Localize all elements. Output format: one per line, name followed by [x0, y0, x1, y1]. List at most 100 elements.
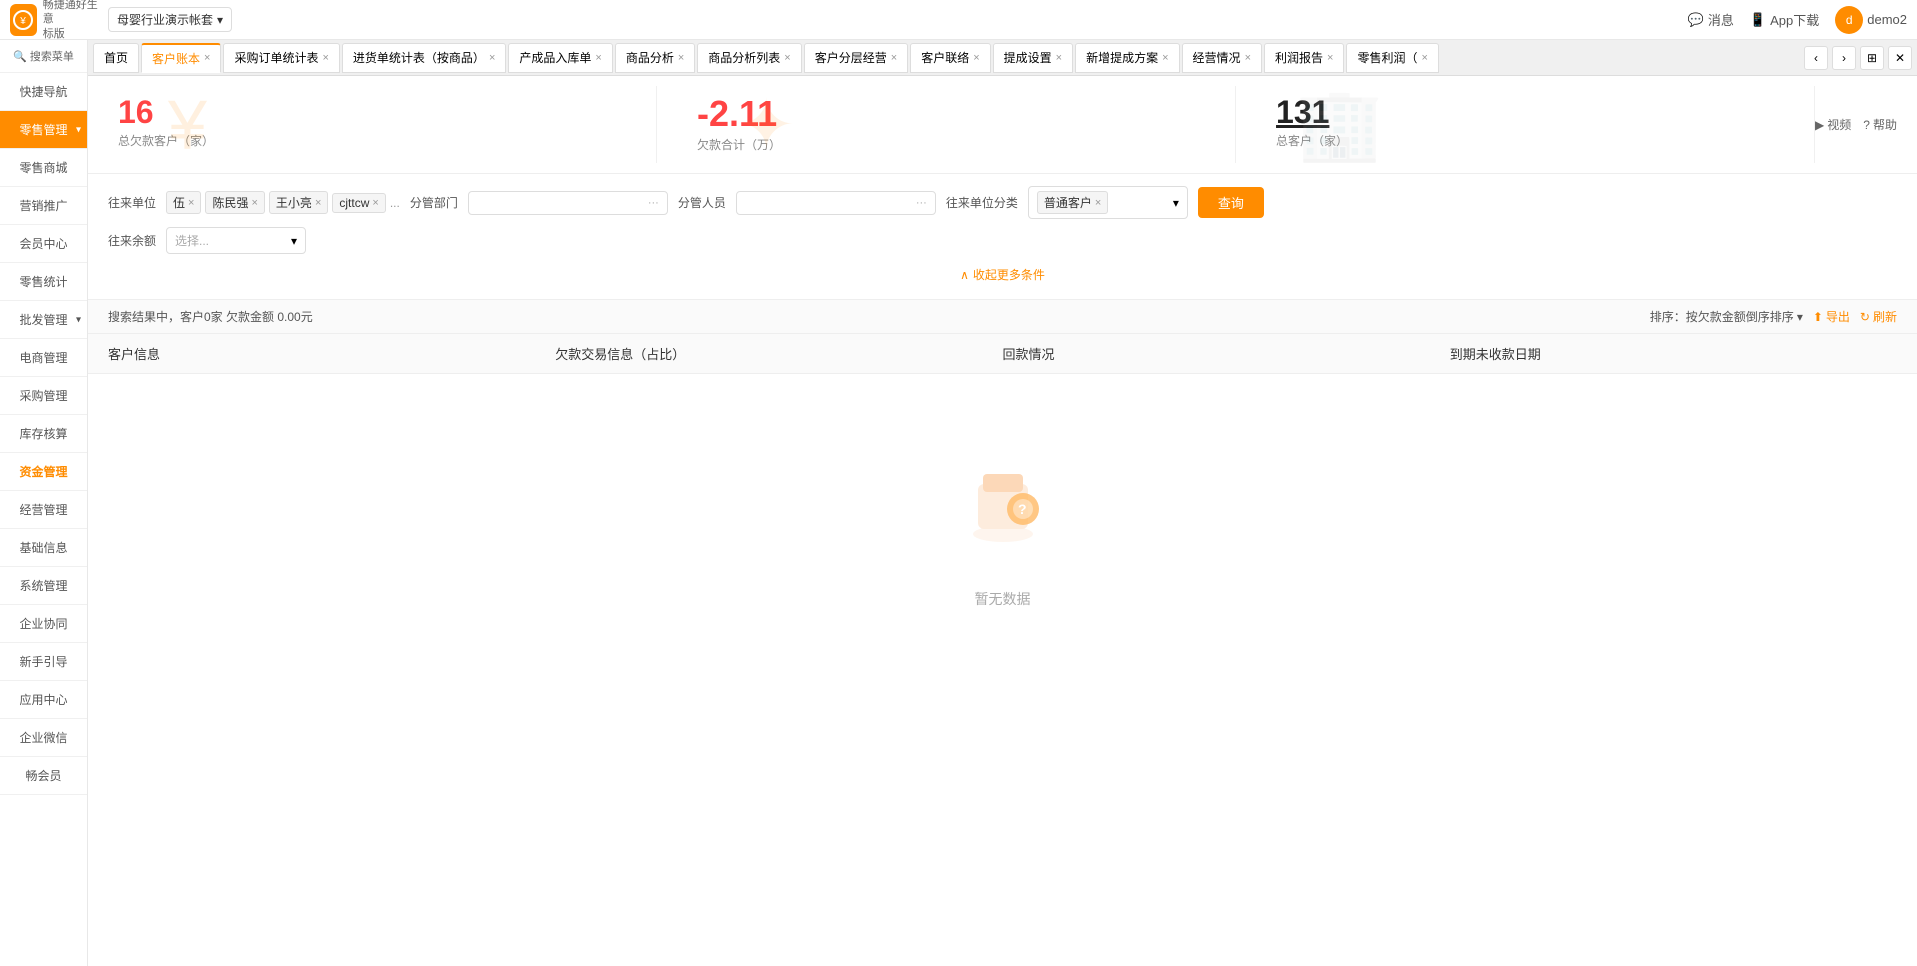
results-bar: 搜索结果中，客户0家 欠款金额 0.00元 排序：按欠款金额倒序排序 ▾ ⬆ 导… [88, 300, 1917, 334]
filter-tag-close-2[interactable]: × [315, 197, 321, 209]
tab-close-icon[interactable]: × [1421, 52, 1427, 64]
tab-new-commission[interactable]: 新增提成方案 × [1075, 43, 1179, 73]
tab-commission-setting[interactable]: 提成设置 × [993, 43, 1073, 73]
tab-close-icon[interactable]: × [784, 52, 790, 64]
tab-home[interactable]: 首页 [93, 43, 139, 73]
tab-close-all-btn[interactable]: ✕ [1888, 46, 1912, 70]
tab-purchase-order[interactable]: 采购订单统计表 × [223, 43, 339, 73]
tab-product-in[interactable]: 产成品入库单 × [508, 43, 612, 73]
refresh-icon: ↻ [1860, 310, 1870, 324]
sort-chevron-icon: ▾ [1797, 310, 1803, 324]
app-download-button[interactable]: 📱 App下载 [1750, 10, 1819, 29]
filter-tag-close-0[interactable]: × [188, 197, 194, 209]
store-select[interactable]: 母婴行业演示帐套 ▾ [108, 7, 232, 32]
tab-profit-report[interactable]: 利润报告 × [1264, 43, 1344, 73]
help-icon: ? [1863, 118, 1870, 132]
branch-dept-input[interactable] [477, 196, 640, 210]
tab-more-btn[interactable]: ⊞ [1860, 46, 1884, 70]
sidebar-item-wholesale[interactable]: 批发管理 ▾ [0, 301, 87, 339]
sidebar-item-quick-nav[interactable]: 快捷导航 [0, 73, 87, 111]
filter-tag-3: cjttcw × [332, 193, 385, 213]
query-button[interactable]: 查询 [1198, 187, 1264, 218]
content-area: 首页 客户账本 × 采购订单统计表 × 进货单统计表（按商品） × 产成品入库单… [88, 40, 1917, 966]
sidebar-item-retail-stats[interactable]: 零售统计 [0, 263, 87, 301]
filter-more-btn[interactable]: ... [390, 196, 400, 210]
tab-close-icon[interactable]: × [1056, 52, 1062, 64]
stat-overdue-total: ✦ -2.11 欠款合计（万） [657, 86, 1236, 163]
sidebar-item-search[interactable]: 🔍 搜索菜单 [0, 40, 87, 73]
tab-retail-profit[interactable]: 零售利润（ × [1346, 43, 1438, 73]
sidebar-item-retail-mall[interactable]: 零售商城 [0, 149, 87, 187]
balance-select[interactable]: 选择... ▾ [166, 227, 306, 254]
message-icon: 💬 [1688, 12, 1704, 28]
video-button[interactable]: ▶ 视频 [1815, 116, 1851, 133]
stat-overdue-customers: ¥ 16 总欠款客户（家） [108, 86, 657, 163]
tab-close-icon[interactable]: × [1245, 52, 1251, 64]
logo-text: 畅捷通好生意 标版 [43, 0, 98, 41]
sidebar-item-operations[interactable]: 经营管理 [0, 491, 87, 529]
filter-tag-close-1[interactable]: × [251, 197, 257, 209]
tab-close-icon[interactable]: × [973, 52, 979, 64]
user-menu[interactable]: d demo2 [1835, 6, 1907, 34]
unit-category-tag-close-0[interactable]: × [1095, 197, 1101, 209]
sidebar-item-member[interactable]: 畅会员 [0, 757, 87, 795]
sidebar-item-wecom[interactable]: 企业微信 [0, 719, 87, 757]
tab-close-icon[interactable]: × [322, 52, 328, 64]
tab-operations[interactable]: 经营情况 × [1182, 43, 1262, 73]
refresh-button[interactable]: ↻ 刷新 [1860, 308, 1897, 325]
tab-close-icon[interactable]: × [489, 52, 495, 64]
tab-close-icon[interactable]: × [595, 52, 601, 64]
sidebar-item-guide[interactable]: 新手引导 [0, 643, 87, 681]
unit-category-tags: 普通客户 × [1037, 191, 1169, 214]
tab-next-btn[interactable]: › [1832, 46, 1856, 70]
main-area: 🔍 搜索菜单 快捷导航 零售管理 ▾ 零售商城 营销推广 会员中心 零售统计 批… [0, 40, 1917, 966]
col-header-debt: 欠款交易信息（占比） [555, 344, 1002, 363]
tab-close-icon[interactable]: × [1327, 52, 1333, 64]
tab-close-icon[interactable]: × [1162, 52, 1168, 64]
sidebar-item-app-center[interactable]: 应用中心 [0, 681, 87, 719]
logo-icon: ¥ [10, 4, 37, 36]
sidebar-item-marketing[interactable]: 营销推广 [0, 187, 87, 225]
tab-inventory-by-product[interactable]: 进货单统计表（按商品） × [342, 43, 506, 73]
sidebar-item-ecommerce[interactable]: 电商管理 [0, 339, 87, 377]
tab-prev-btn[interactable]: ‹ [1804, 46, 1828, 70]
stat-total-customers: 🏢 131 总客户（家） [1236, 86, 1815, 163]
tab-close-icon[interactable]: × [891, 52, 897, 64]
filter-tag-close-3[interactable]: × [372, 197, 378, 209]
unit-category-select[interactable]: 普通客户 × ▾ [1028, 186, 1188, 219]
collapse-button[interactable]: ∧ 收起更多条件 [960, 266, 1045, 283]
filter-collapse-row: ∧ 收起更多条件 [108, 262, 1897, 287]
page-content: ¥ 16 总欠款客户（家） ✦ -2.11 欠款合计（万） [88, 76, 1917, 966]
help-button[interactable]: ? 帮助 [1863, 116, 1897, 133]
filter-area: 往来单位 伍 × 陈民强 × 王小亮 [88, 174, 1917, 300]
branch-dept-select[interactable]: ··· [468, 191, 668, 215]
tab-customer-ledger[interactable]: 客户账本 × [141, 43, 221, 73]
tab-customer-contact[interactable]: 客户联络 × [910, 43, 990, 73]
tab-close-icon[interactable]: × [204, 52, 210, 64]
video-icon: ▶ [1815, 118, 1824, 132]
export-button[interactable]: ⬆ 导出 [1813, 308, 1850, 325]
sidebar-item-retail-management[interactable]: 零售管理 ▾ [0, 111, 87, 149]
tab-customer-tier[interactable]: 客户分层经营 × [804, 43, 908, 73]
tab-product-analysis-list[interactable]: 商品分析列表 × [697, 43, 801, 73]
message-button[interactable]: 💬 消息 [1688, 10, 1734, 29]
sidebar-item-system[interactable]: 系统管理 [0, 567, 87, 605]
tab-product-analysis[interactable]: 商品分析 × [615, 43, 695, 73]
filter-row-1: 往来单位 伍 × 陈民强 × 王小亮 [108, 186, 1897, 219]
sidebar-item-basic-info[interactable]: 基础信息 [0, 529, 87, 567]
filter-tag-1: 陈民强 × [205, 191, 264, 214]
branch-person-input[interactable] [745, 196, 908, 210]
sidebar-item-inventory[interactable]: 库存核算 [0, 415, 87, 453]
stat-actions: ▶ 视频 ? 帮助 [1815, 86, 1897, 163]
sort-select[interactable]: 排序：按欠款金额倒序排序 ▾ [1650, 308, 1803, 325]
tab-close-icon[interactable]: × [678, 52, 684, 64]
sidebar-item-enterprise-collab[interactable]: 企业协同 [0, 605, 87, 643]
sidebar-item-finance[interactable]: 资金管理 [0, 453, 87, 491]
sidebar-item-purchase[interactable]: 采购管理 [0, 377, 87, 415]
svg-text:?: ? [1018, 501, 1027, 517]
unit-category-chevron-icon: ▾ [1173, 196, 1179, 210]
stat-overdue-customers-value: 16 [118, 96, 154, 128]
col-header-due: 到期未收款日期 [1450, 344, 1897, 363]
branch-person-select[interactable]: ··· [736, 191, 936, 215]
sidebar-item-member-center[interactable]: 会员中心 [0, 225, 87, 263]
